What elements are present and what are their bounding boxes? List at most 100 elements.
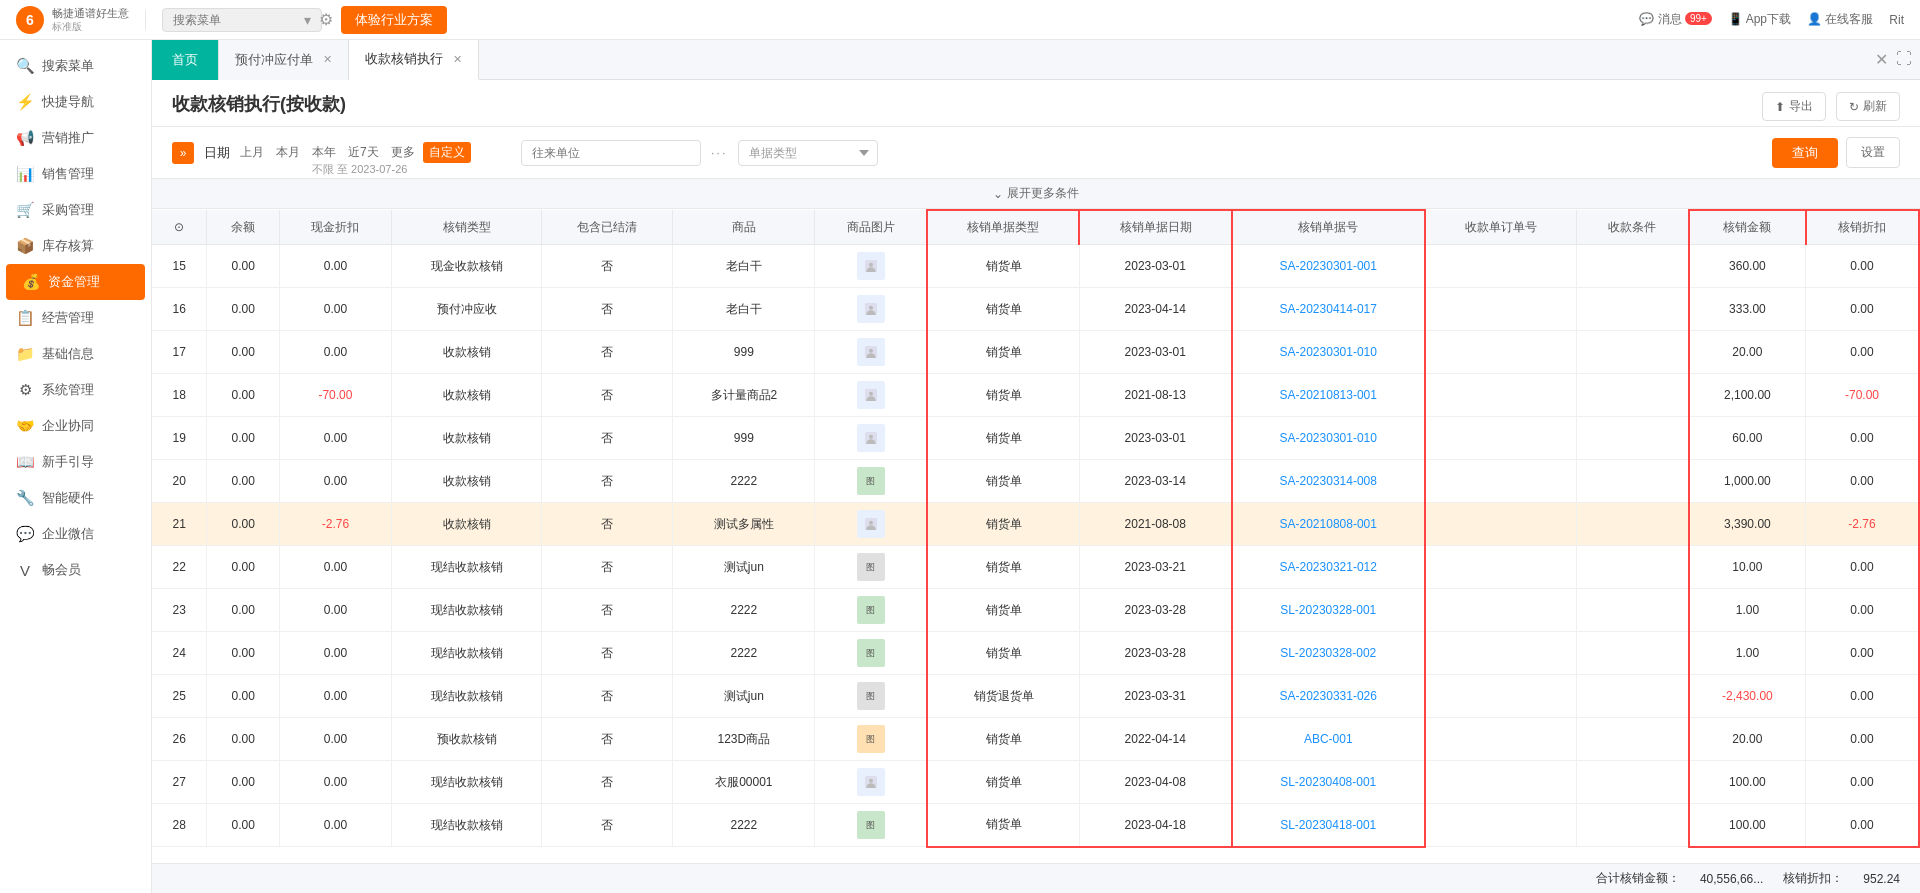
cell-verify-discount: 0.00 [1806, 632, 1919, 675]
verify-no-link[interactable]: SL-20230328-001 [1280, 603, 1376, 617]
table-row: 16 0.00 0.00 预付冲应收 否 老白干 销货单 2023-04-14 … [152, 288, 1919, 331]
sidebar-item-cooperation[interactable]: 🤝 企业协同 [0, 408, 151, 444]
cell-verify-amount: 1.00 [1689, 589, 1806, 632]
brand-info: 畅捷通谱好生意 标准版 [52, 6, 129, 33]
sidebar-item-shortcut[interactable]: ⚡ 快捷导航 [0, 84, 151, 120]
svg-point-7 [869, 392, 873, 396]
sidebar-item-marketing[interactable]: 📢 营销推广 [0, 120, 151, 156]
verify-no-link[interactable]: ABC-001 [1304, 732, 1353, 746]
sidebar-item-management[interactable]: 📋 经营管理 [0, 300, 151, 336]
query-button[interactable]: 查询 [1772, 138, 1838, 168]
cell-receipt-order-no [1425, 804, 1576, 847]
app-download-link[interactable]: 📱 App下载 [1728, 11, 1791, 28]
date-link-this-month[interactable]: 本月 [272, 142, 304, 163]
cell-receipt-order-no [1425, 546, 1576, 589]
cell-include-settled: 否 [542, 546, 673, 589]
date-link-more[interactable]: 更多 [387, 142, 419, 163]
filter-action-btns: 查询 设置 [1772, 137, 1900, 168]
date-filter-group: 日期 上月 本月 本年 近7天 更多 自定义 不限 至 2023-07-26 [204, 142, 471, 163]
cell-product: 多计量商品2 [673, 374, 815, 417]
sidebar-item-finance[interactable]: 💰 资金管理 [6, 264, 145, 300]
sidebar-item-wechat[interactable]: 💬 企业微信 [0, 516, 151, 552]
verify-no-link[interactable]: SA-20230321-012 [1280, 560, 1377, 574]
verify-no-link[interactable]: SL-20230328-002 [1280, 646, 1376, 660]
cell-verify-no: SA-20230321-012 [1232, 546, 1425, 589]
cell-product-img: 图 [815, 589, 927, 632]
tab-home-label: 首页 [172, 51, 198, 69]
date-link-last-month[interactable]: 上月 [236, 142, 268, 163]
cell-cash-discount: -70.00 [280, 374, 392, 417]
sidebar-item-basic-info[interactable]: 📁 基础信息 [0, 336, 151, 372]
cell-balance: 0.00 [207, 288, 280, 331]
expand-more-btn[interactable]: ⌄ 展开更多条件 [993, 185, 1079, 202]
cell-balance: 0.00 [207, 589, 280, 632]
cell-verify-amount: 360.00 [1689, 245, 1806, 288]
cell-verify-no: ABC-001 [1232, 718, 1425, 761]
tab-home[interactable]: 首页 [152, 40, 219, 80]
cell-verify-discount: 0.00 [1806, 288, 1919, 331]
cell-index: 18 [152, 374, 207, 417]
refresh-button[interactable]: ↻ 刷新 [1836, 92, 1900, 121]
filter-expand-btn[interactable]: » [172, 142, 194, 164]
cell-product-img: 图 [815, 546, 927, 589]
inventory-icon: 📦 [16, 237, 34, 255]
tab-receipt-verify-close[interactable]: ✕ [453, 53, 462, 66]
cell-product: 2222 [673, 632, 815, 675]
cell-verify-type: 现金收款核销 [391, 245, 542, 288]
verify-no-link[interactable]: SL-20230408-001 [1280, 775, 1376, 789]
close-window-icon[interactable]: ✕ [1875, 50, 1888, 69]
settings-icon[interactable]: ⚙ [319, 10, 333, 29]
tab-receipt-verify[interactable]: 收款核销执行 ✕ [349, 40, 479, 80]
cell-index: 20 [152, 460, 207, 503]
data-table: ⊙ 余额 现金折扣 核销类型 包含已结清 商品 商品图片 核销单据类型 核销单据… [152, 209, 1920, 848]
export-button[interactable]: ⬆ 导出 [1762, 92, 1826, 121]
date-link-7days[interactable]: 近7天 [344, 142, 383, 163]
verify-no-link[interactable]: SA-20210808-001 [1280, 517, 1377, 531]
trading-partner-input[interactable] [521, 140, 701, 166]
verify-no-link[interactable]: SA-20230301-010 [1280, 431, 1377, 445]
maximize-icon[interactable]: ⛶ [1896, 50, 1912, 69]
tab-receipt-verify-label: 收款核销执行 [365, 50, 443, 68]
settings-button[interactable]: 设置 [1846, 137, 1900, 168]
industry-solution-btn[interactable]: 体验行业方案 [341, 6, 447, 34]
cell-verify-type: 现结收款核销 [391, 804, 542, 847]
user-name[interactable]: Rit [1889, 13, 1904, 27]
verify-no-link[interactable]: SA-20230331-026 [1280, 689, 1377, 703]
verify-no-link[interactable]: SA-20230301-010 [1280, 345, 1377, 359]
tab-prepay-close[interactable]: ✕ [323, 53, 332, 66]
cell-index: 25 [152, 675, 207, 718]
cell-product-img [815, 417, 927, 460]
cell-product-img: 图 [815, 718, 927, 761]
sidebar-item-guide[interactable]: 📖 新手引导 [0, 444, 151, 480]
sidebar-item-sales[interactable]: 📊 销售管理 [0, 156, 151, 192]
expand-more-icon: ⌄ [993, 187, 1003, 201]
verify-no-link[interactable]: SA-20230314-008 [1280, 474, 1377, 488]
message-area[interactable]: 💬 消息 99+ [1639, 11, 1712, 28]
table-row: 20 0.00 0.00 收款核销 否 2222 图 销货单 2023-03-1… [152, 460, 1919, 503]
verify-no-link[interactable]: SA-20210813-001 [1280, 388, 1377, 402]
sidebar-item-purchase[interactable]: 🛒 采购管理 [0, 192, 151, 228]
top-bar-left: 6 畅捷通谱好生意 标准版 ▾ ⚙ 体验行业方案 [16, 6, 1627, 34]
verify-no-link[interactable]: SA-20230301-001 [1280, 259, 1377, 273]
sidebar-item-member[interactable]: V 畅会员 [0, 552, 151, 588]
tab-prepay[interactable]: 预付冲应付单 ✕ [219, 40, 349, 80]
cell-index: 21 [152, 503, 207, 546]
sidebar-item-inventory[interactable]: 📦 库存核算 [0, 228, 151, 264]
search-icon[interactable]: ▾ [304, 12, 311, 28]
verify-no-link[interactable]: SA-20230414-017 [1280, 302, 1377, 316]
online-service-link[interactable]: 👤 在线客服 [1807, 11, 1873, 28]
cell-index: 23 [152, 589, 207, 632]
verify-no-link[interactable]: SL-20230418-001 [1280, 818, 1376, 832]
date-link-custom[interactable]: 自定义 [423, 142, 471, 163]
search-input[interactable] [162, 8, 322, 32]
date-link-this-year[interactable]: 本年 [308, 142, 340, 163]
sidebar-item-system[interactable]: ⚙ 系统管理 [0, 372, 151, 408]
table-row: 27 0.00 0.00 现结收款核销 否 衣服00001 销货单 2023-0… [152, 761, 1919, 804]
table-area[interactable]: ⊙ 余额 现金折扣 核销类型 包含已结清 商品 商品图片 核销单据类型 核销单据… [152, 209, 1920, 863]
sidebar-item-hardware[interactable]: 🔧 智能硬件 [0, 480, 151, 516]
single-type-select[interactable]: 单据类型 [738, 140, 878, 166]
cell-verify-amount: 1,000.00 [1689, 460, 1806, 503]
cell-verify-amount: 20.00 [1689, 718, 1806, 761]
sidebar-item-search[interactable]: 🔍 搜索菜单 [0, 48, 151, 84]
cell-verify-type: 收款核销 [391, 417, 542, 460]
